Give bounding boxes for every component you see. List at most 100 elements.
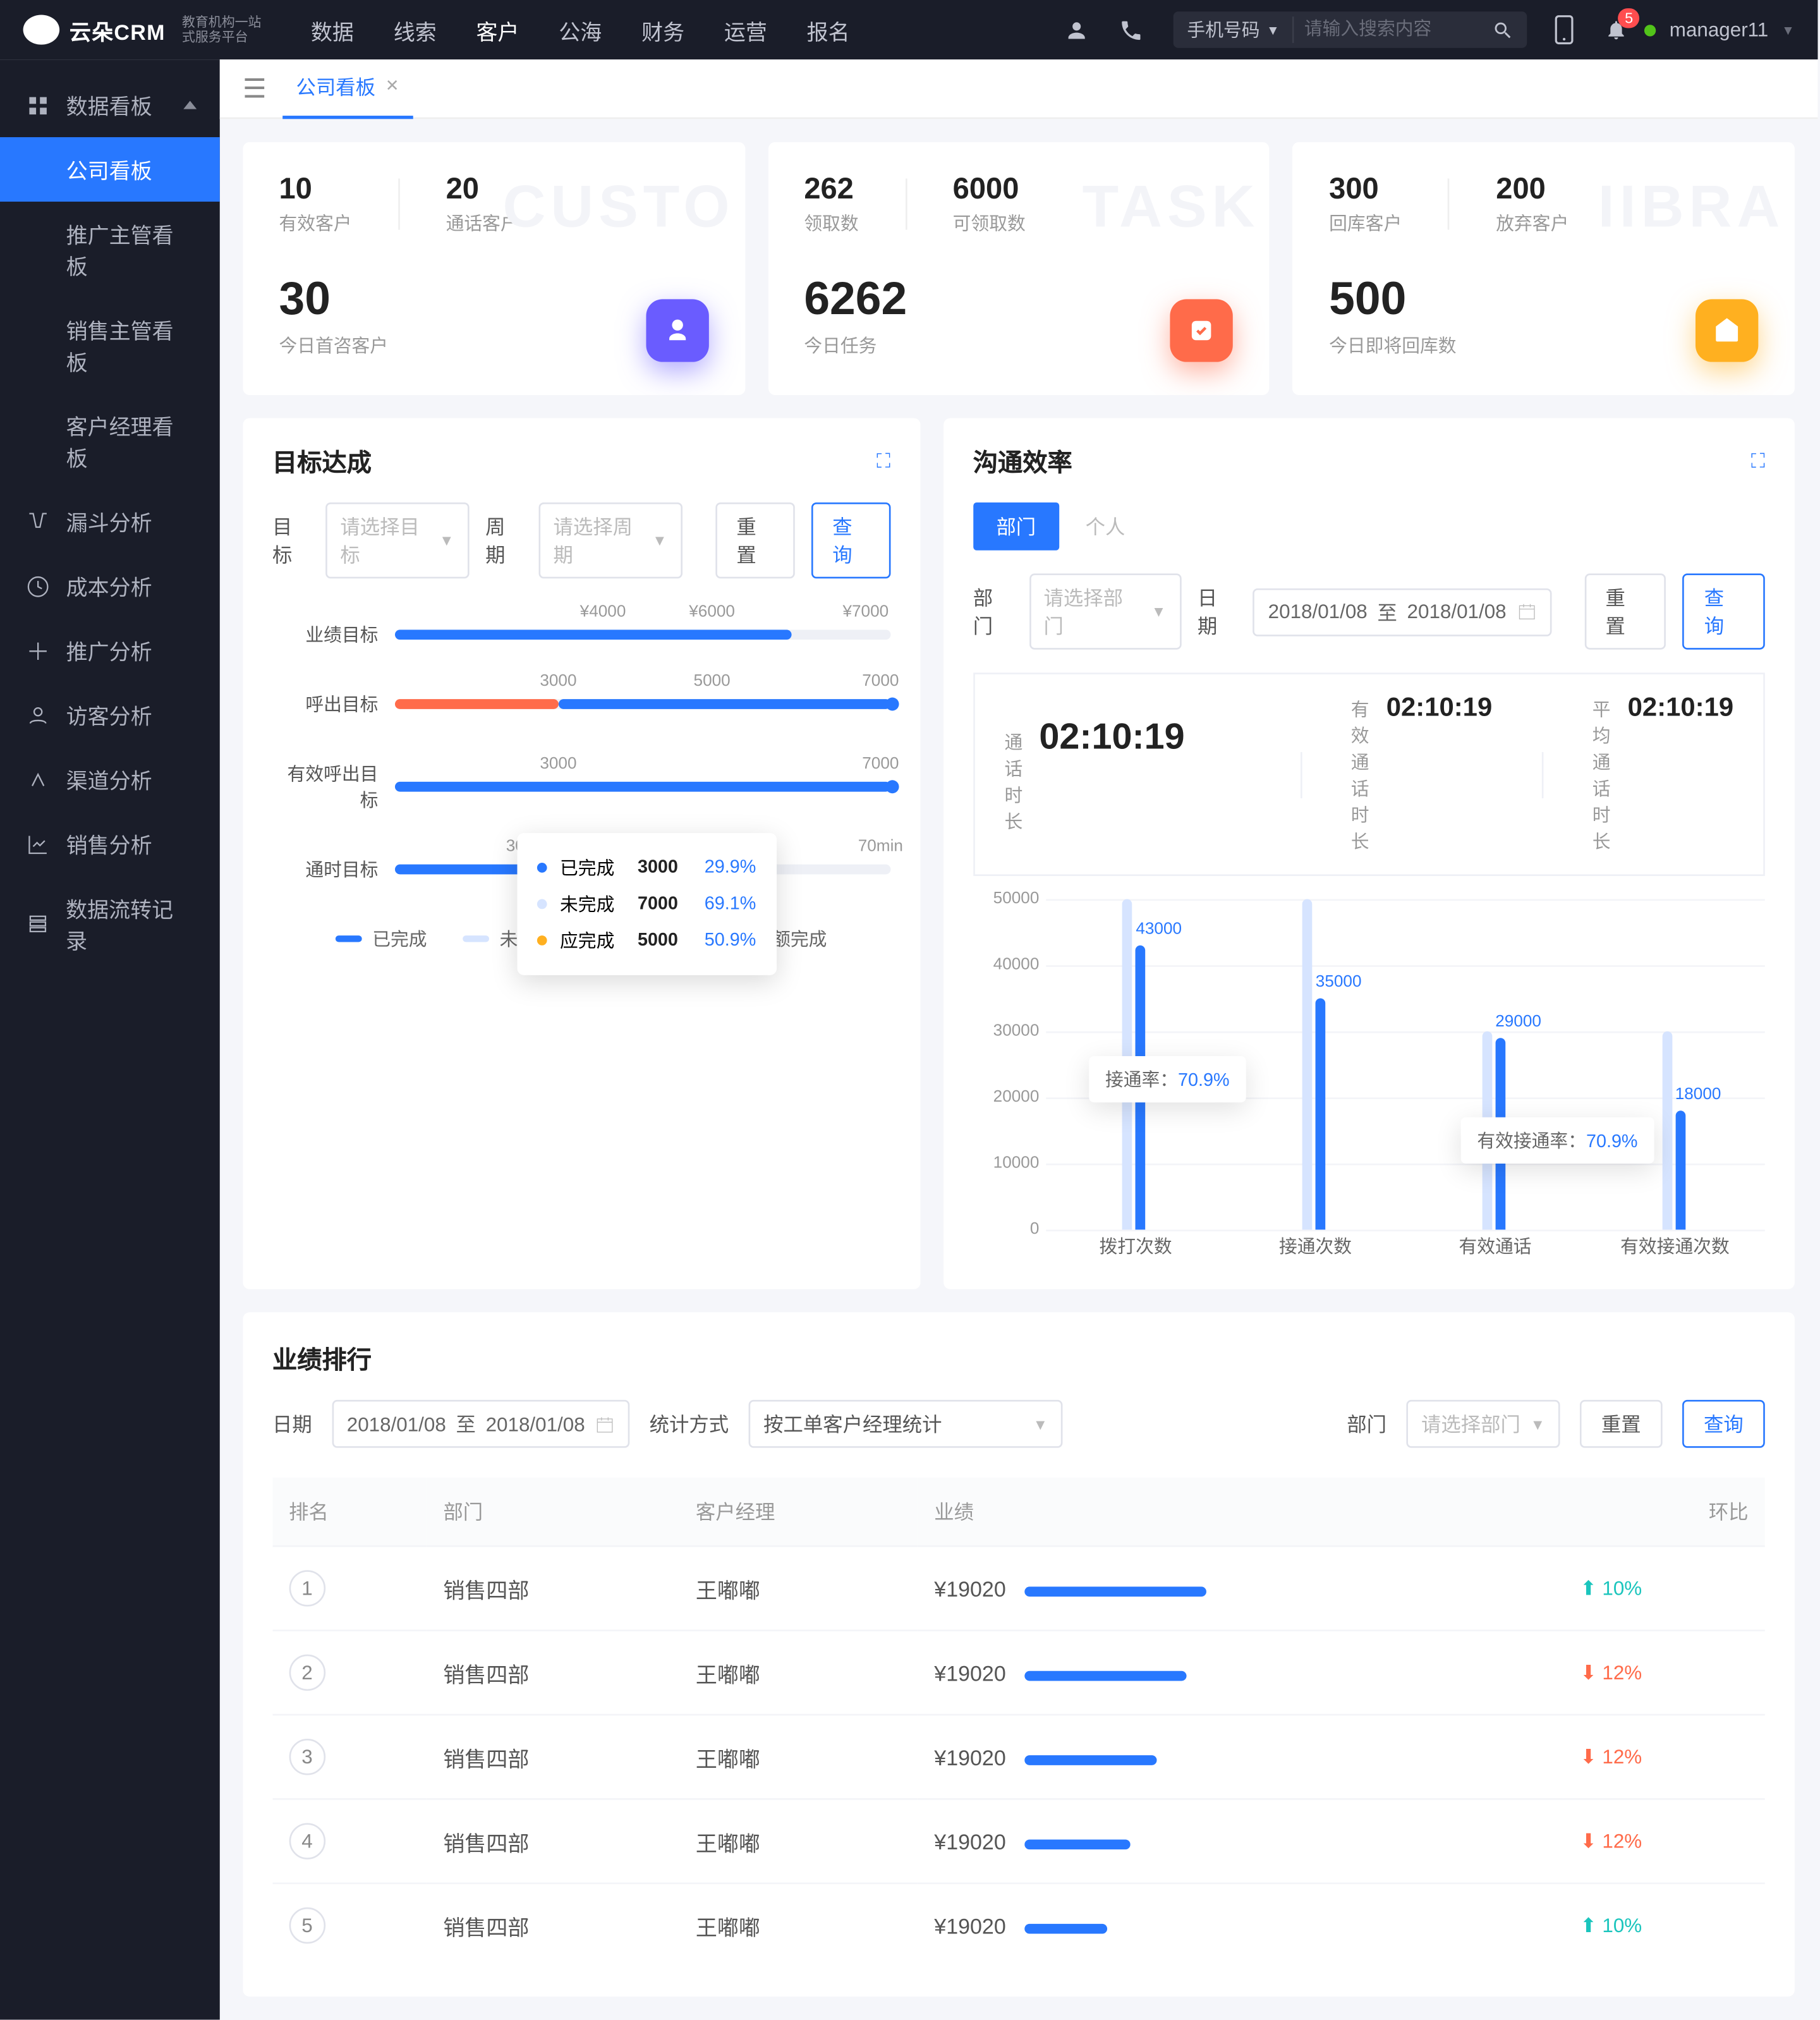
- nav-item[interactable]: 运营: [724, 14, 767, 46]
- dashboard-icon: [27, 94, 50, 117]
- stat-card: TASK 262领取数 6000可领取数 6262 今日任务: [768, 142, 1270, 395]
- calendar-icon: [1516, 602, 1536, 621]
- bar: 18000 有效接通次数: [1625, 899, 1725, 1230]
- stat-card: CUSTO 10有效客户 20通话客户 30 今日首咨客户: [243, 142, 744, 395]
- menu-icon: [27, 639, 50, 662]
- comm-bar-chart: 01000020000300004000050000 43000 拨打次数 35…: [973, 899, 1765, 1263]
- expand-icon[interactable]: ⛶: [877, 449, 890, 474]
- notification-badge: 5: [1618, 8, 1640, 28]
- reset-button[interactable]: 重置: [715, 502, 794, 578]
- nav-item[interactable]: 线索: [394, 14, 437, 46]
- hamburger-icon[interactable]: ☰: [243, 72, 267, 105]
- user-silhouette-icon[interactable]: [1065, 17, 1089, 42]
- goal-select[interactable]: 请选择目标▼: [325, 502, 469, 578]
- search-type-select[interactable]: 手机号码 ▼: [1187, 16, 1294, 43]
- comm-stat: 有效通话时长02:10:19: [1351, 694, 1492, 855]
- comm-stat: 平均通话时长02:10:19: [1592, 694, 1733, 855]
- panel-comm: 沟通效率 ⛶ 部门 个人 部门 请选择部门▼ 日期: [943, 418, 1795, 1289]
- date-range-input[interactable]: 2018/01/08 至 2018/01/08: [1253, 588, 1551, 636]
- dept-select[interactable]: 请选择部门▼: [1406, 1400, 1560, 1448]
- sidebar-sub-item[interactable]: 销售主管看板: [0, 298, 219, 394]
- sidebar-item[interactable]: 成本分析: [0, 554, 219, 618]
- stat-card: IIBRA 300回库客户 200放弃客户 500 今日即将回库数: [1293, 142, 1795, 395]
- tab-bar: ☰ 公司看板 ✕: [219, 59, 1817, 119]
- query-button[interactable]: 查询: [1682, 1400, 1765, 1448]
- calendar-icon: [595, 1414, 614, 1433]
- sidebar-item[interactable]: 渠道分析: [0, 747, 219, 812]
- tab-dept[interactable]: 部门: [973, 502, 1059, 551]
- table-row: 3 销售四部 王嘟嘟 ¥19020 ⬇ 12%: [272, 1715, 1765, 1799]
- expand-icon[interactable]: ⛶: [1751, 449, 1765, 474]
- bar: 35000 接通次数: [1266, 899, 1365, 1230]
- panel-title: 沟通效率: [973, 444, 1072, 479]
- search-input[interactable]: [1294, 16, 1493, 43]
- table-row: 2 销售四部 王嘟嘟 ¥19020 ⬇ 12%: [272, 1631, 1765, 1715]
- nav-item[interactable]: 公海: [559, 14, 602, 46]
- menu-icon: [27, 768, 50, 791]
- date-range-input[interactable]: 2018/01/08 至 2018/01/08: [332, 1400, 629, 1448]
- menu-icon: [27, 912, 49, 935]
- stat-method-select[interactable]: 按工单客户经理统计▼: [749, 1400, 1063, 1448]
- status-dot-icon: [1645, 24, 1656, 35]
- sidebar-sub-item[interactable]: 推广主管看板: [0, 202, 219, 298]
- menu-icon: [27, 510, 50, 533]
- content: ☰ 公司看板 ✕ CUSTO 10有效客户 20通话客户 30 今日首咨客户 T…: [219, 59, 1817, 2019]
- panel-title: 业绩排行: [272, 1342, 1765, 1377]
- target-row: 呼出目标300050007000: [272, 691, 890, 717]
- phone-icon[interactable]: [1119, 17, 1144, 42]
- sidebar-sub-item[interactable]: 公司看板: [0, 137, 219, 202]
- notifications[interactable]: 5: [1605, 16, 1629, 43]
- sidebar-item[interactable]: 访客分析: [0, 683, 219, 747]
- cloud-icon: [23, 15, 60, 45]
- query-button[interactable]: 查询: [1683, 573, 1765, 649]
- stat-cards: CUSTO 10有效客户 20通话客户 30 今日首咨客户 TASK 262领取…: [243, 142, 1795, 395]
- comm-stat: 通话时长02:10:19: [1004, 715, 1184, 834]
- sidebar-group-dashboard[interactable]: 数据看板: [0, 73, 219, 137]
- chart-tooltip: 已完成300029.9%未完成700069.1%应完成500050.9%: [517, 833, 776, 975]
- sidebar-item[interactable]: 销售分析: [0, 812, 219, 876]
- menu-icon: [27, 832, 50, 856]
- sidebar-sub-item[interactable]: 客户经理看板: [0, 393, 219, 489]
- ranking-table: 排名部门客户经理业绩环比 1 销售四部 王嘟嘟 ¥19020 ⬆ 10%2 销售…: [272, 1478, 1765, 1967]
- search-icon[interactable]: [1493, 19, 1514, 40]
- period-select[interactable]: 请选择周期▼: [538, 502, 682, 578]
- reset-button[interactable]: 重置: [1584, 573, 1666, 649]
- sidebar-item[interactable]: 漏斗分析: [0, 489, 219, 554]
- nav-item[interactable]: 财务: [641, 14, 684, 46]
- reset-button[interactable]: 重置: [1580, 1400, 1663, 1448]
- close-icon[interactable]: ✕: [385, 78, 399, 96]
- query-button[interactable]: 查询: [811, 502, 890, 578]
- table-row: 4 销售四部 王嘟嘟 ¥19020 ⬇ 12%: [272, 1799, 1765, 1883]
- search-box: 手机号码 ▼: [1174, 11, 1527, 48]
- nav-items: 数据 线索 客户 公海 财务 运营 报名: [311, 14, 850, 46]
- tab-company-board[interactable]: 公司看板 ✕: [283, 58, 413, 119]
- mobile-icon[interactable]: [1554, 15, 1575, 45]
- nav-item[interactable]: 客户: [476, 14, 519, 46]
- stat-icon: [645, 299, 708, 362]
- table-row: 1 销售四部 王嘟嘟 ¥19020 ⬆ 10%: [272, 1546, 1765, 1630]
- bar: 29000 有效通话: [1446, 899, 1545, 1230]
- legend-item: 已完成: [336, 925, 427, 952]
- logo[interactable]: 云朵CRM 教育机构一站 式服务平台: [23, 14, 262, 46]
- chart-tip: 接通率：70.9%: [1089, 1056, 1246, 1102]
- tab-person[interactable]: 个人: [1062, 502, 1148, 551]
- top-nav: 云朵CRM 教育机构一站 式服务平台 数据 线索 客户 公海 财务 运营 报名 手机号码 ▼…: [0, 0, 1818, 59]
- table-row: 5 销售四部 王嘟嘟 ¥19020 ⬆ 10%: [272, 1883, 1765, 1967]
- dept-select[interactable]: 请选择部门▼: [1029, 573, 1181, 649]
- nav-item[interactable]: 报名: [807, 14, 850, 46]
- panel-title: 目标达成: [272, 444, 372, 479]
- panel-ranking: 业绩排行 日期 2018/01/08 至 2018/01/08 统计方式 按工单…: [243, 1312, 1795, 1997]
- sidebar-item[interactable]: 数据流转记录: [0, 876, 219, 972]
- chart-tip: 有效接通率：70.9%: [1460, 1117, 1654, 1164]
- user-menu[interactable]: manager11 ▼: [1645, 18, 1795, 42]
- sidebar-item[interactable]: 推广分析: [0, 618, 219, 683]
- target-row: 有效呼出目标30007000: [272, 760, 890, 813]
- menu-icon: [27, 575, 50, 598]
- target-row: 业绩目标¥4000¥6000¥7000: [272, 621, 890, 648]
- panel-goal: 目标达成 ⛶ 目标 请选择目标▼ 周期 请选择周期▼ 重置 查询 业绩目: [243, 418, 920, 1289]
- stat-icon: [1696, 299, 1758, 362]
- nav-item[interactable]: 数据: [311, 14, 354, 46]
- comm-stats: 通话时长02:10:19 有效通话时长02:10:19 平均通话时长02:10:19: [973, 672, 1765, 876]
- sidebar: 数据看板 公司看板推广主管看板销售主管看板客户经理看板 漏斗分析成本分析推广分析…: [0, 59, 219, 2019]
- logo-text: 云朵CRM: [70, 14, 166, 46]
